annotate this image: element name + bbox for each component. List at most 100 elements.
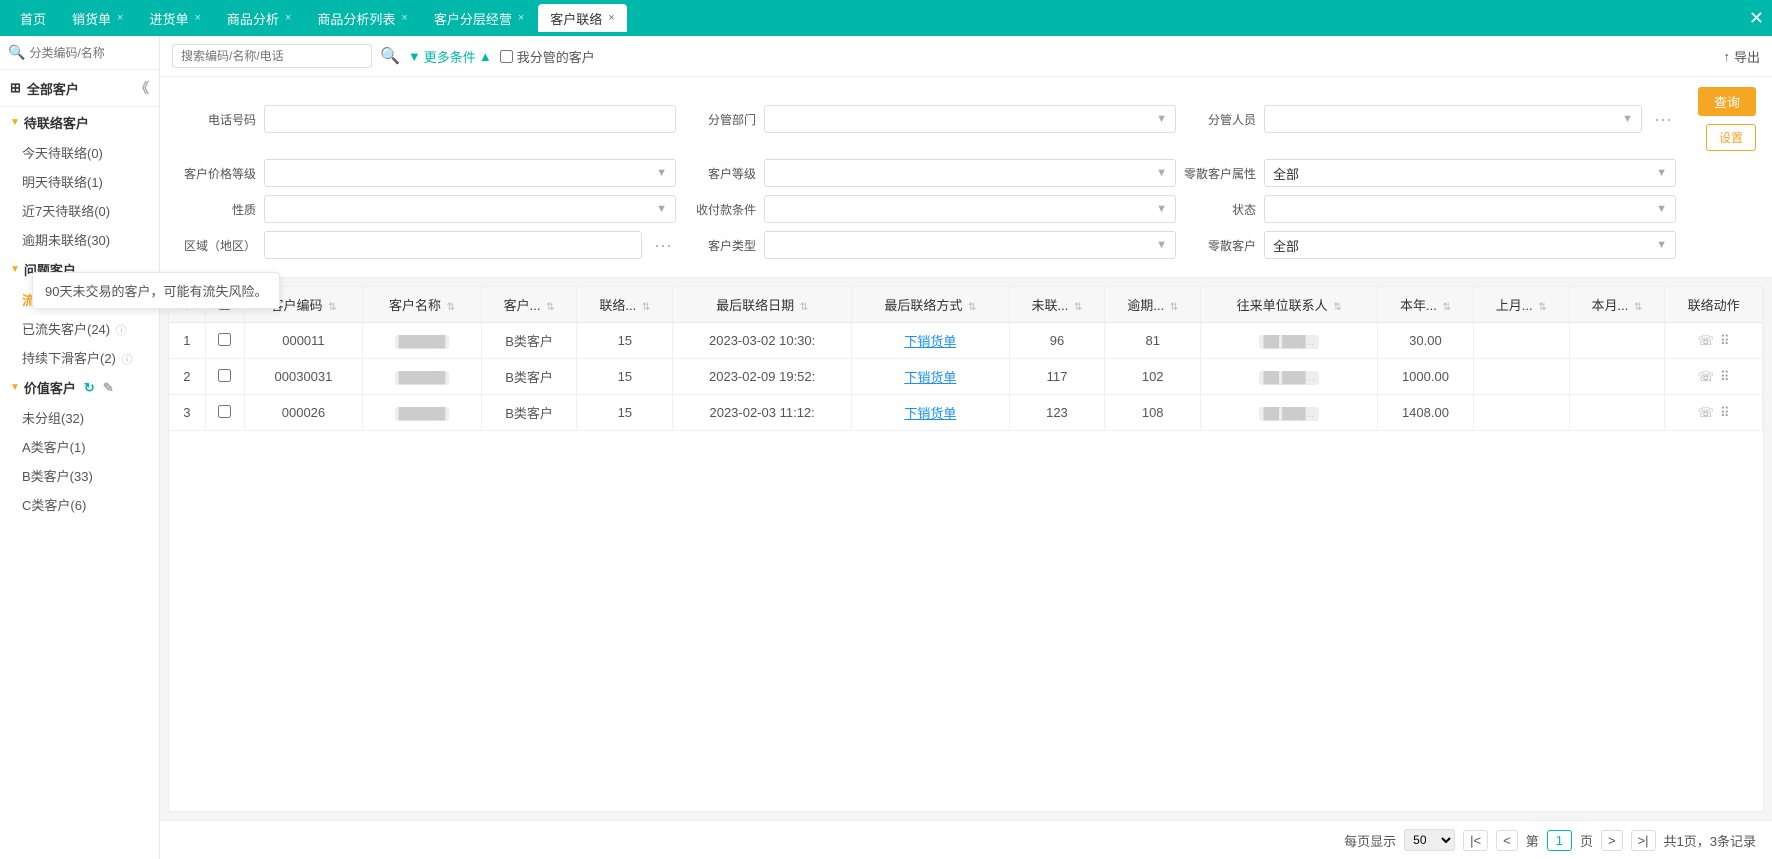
my-customers-label: 我分管的客户 (517, 47, 595, 66)
refresh-icon[interactable]: ↻ (84, 380, 95, 396)
col-this-month[interactable]: 本月... ⇅ (1569, 287, 1665, 323)
sidebar-all-customers[interactable]: ⊞ 全部客户 《 (0, 70, 159, 107)
my-customers-checkbox-area[interactable]: 我分管的客户 (500, 47, 595, 66)
col-last-contact-method[interactable]: 最后联络方式 ⇅ (852, 287, 1010, 323)
my-customers-checkbox[interactable] (500, 50, 513, 63)
row-checkbox[interactable] (205, 359, 244, 395)
tab-analysis-list-close[interactable]: × (401, 12, 407, 24)
price-level-label: 客户价格等级 (176, 165, 256, 182)
col-uncontacted[interactable]: 未联... ⇅ (1009, 287, 1105, 323)
col-type[interactable]: 客户... ⇅ (481, 287, 577, 323)
row-select-checkbox[interactable] (218, 333, 231, 346)
sidebar-group-value-title[interactable]: ▼ 价值客户 ↻ ✎ (0, 372, 159, 403)
more-actions-icon[interactable]: ⠿ (1720, 369, 1730, 385)
customer-level-label: 客户等级 (676, 165, 756, 182)
tab-analysis-label: 商品分析 (227, 9, 279, 28)
close-app-button[interactable]: ✕ (1749, 8, 1764, 29)
manager-more-btn[interactable]: ··· (1650, 109, 1676, 130)
prev-page-button[interactable]: < (1496, 830, 1518, 851)
edit-icon[interactable]: ✎ (103, 380, 114, 396)
col-last-contact-date[interactable]: 最后联络日期 ⇅ (673, 287, 852, 323)
col-contacts[interactable]: 往来单位联系人 ⇅ (1201, 287, 1378, 323)
sidebar-item-a-class[interactable]: A类客户(1) (0, 432, 159, 461)
row-actions[interactable]: ☏ ⠿ (1665, 395, 1763, 431)
customer-table: ⚙ 客户编码 ⇅ 客户名称 ⇅ 客户... ⇅ 联络... ⇅ 最后联络日期 ⇅… (169, 287, 1763, 431)
tab-customer-contact[interactable]: 客户联络 × (538, 4, 626, 32)
row-contact: 15 (577, 323, 673, 359)
page-size-select[interactable]: 50 100 200 (1404, 829, 1455, 851)
scatter-customer-select[interactable]: 全部 ▼ (1264, 231, 1676, 259)
row-actions[interactable]: ☏ ⠿ (1665, 359, 1763, 395)
dept-select[interactable]: ▼ (764, 105, 1176, 133)
phone-input[interactable] (264, 105, 676, 133)
payment-select[interactable]: ▼ (764, 195, 1176, 223)
col-last-month[interactable]: 上月... ⇅ (1473, 287, 1569, 323)
row-index: 1 (169, 323, 205, 359)
sidebar-item-declining[interactable]: 持续下滑客户(2) ⓘ (0, 343, 159, 372)
row-select-checkbox[interactable] (218, 405, 231, 418)
contact-icon[interactable]: ☏ (1698, 369, 1714, 385)
price-level-select[interactable]: ▼ (264, 159, 676, 187)
manager-select[interactable]: ▼ (1264, 105, 1642, 133)
next-page-button[interactable]: > (1601, 830, 1623, 851)
sidebar-item-c-class[interactable]: C类客户(6) (0, 490, 159, 519)
all-customers-label: 全部客户 (27, 79, 79, 98)
tab-purchase-close[interactable]: × (194, 12, 200, 24)
scatter-attr-select[interactable]: 全部 ▼ (1264, 159, 1676, 187)
row-last-contact-method[interactable]: 下销货单 (852, 395, 1010, 431)
tab-customer-tier[interactable]: 客户分层经营 × (422, 4, 536, 32)
tab-customer-contact-close[interactable]: × (608, 12, 614, 24)
sidebar-group-pending-title[interactable]: ▼ 待联络客户 (0, 107, 159, 138)
tab-analysis-close[interactable]: × (285, 12, 291, 24)
table-row: 2 00030031 ██████ B类客户 15 2023-02-09 19:… (169, 359, 1763, 395)
row-last-contact-method[interactable]: 下销货单 (852, 323, 1010, 359)
col-name[interactable]: 客户名称 ⇅ (363, 287, 482, 323)
query-button[interactable]: 查询 (1698, 87, 1756, 116)
sidebar-collapse-btn[interactable]: 《 (135, 78, 149, 98)
col-this-year[interactable]: 本年... ⇅ (1378, 287, 1474, 323)
row-checkbox[interactable] (205, 395, 244, 431)
contact-icon[interactable]: ☏ (1698, 405, 1714, 421)
sidebar-item-today-contact[interactable]: 今天待联络(0) (0, 138, 159, 167)
filter-search-input[interactable] (172, 44, 372, 68)
region-more-btn[interactable]: ··· (650, 235, 676, 256)
tab-home[interactable]: 首页 (8, 4, 58, 32)
sidebar-item-ungroup[interactable]: 未分组(32) (0, 403, 159, 432)
tab-sales-close[interactable]: × (117, 12, 123, 24)
more-conditions-button[interactable]: ▼ 更多条件 ▲ (408, 47, 492, 66)
customer-type-select[interactable]: ▼ (764, 231, 1176, 259)
customer-level-select[interactable]: ▼ (764, 159, 1176, 187)
sidebar-search-input[interactable] (29, 46, 151, 60)
last-page-button[interactable]: >| (1631, 830, 1656, 851)
export-button[interactable]: ↑ 导出 (1723, 47, 1760, 66)
row-select-checkbox[interactable] (218, 369, 231, 382)
more-actions-icon[interactable]: ⠿ (1720, 405, 1730, 421)
nature-select[interactable]: ▼ (264, 195, 676, 223)
row-index: 2 (169, 359, 205, 395)
col-contact[interactable]: 联络... ⇅ (577, 287, 673, 323)
tab-purchase[interactable]: 进货单 × (137, 4, 212, 32)
first-page-button[interactable]: |< (1463, 830, 1488, 851)
more-actions-icon[interactable]: ⠿ (1720, 333, 1730, 349)
row-actions[interactable]: ☏ ⠿ (1665, 323, 1763, 359)
contact-icon[interactable]: ☏ (1698, 333, 1714, 349)
sidebar-item-7day-contact[interactable]: 近7天待联络(0) (0, 196, 159, 225)
col-overdue[interactable]: 逾期... ⇅ (1105, 287, 1201, 323)
row-last-month (1473, 359, 1569, 395)
page-label: 第 (1526, 831, 1539, 850)
region-select[interactable] (264, 231, 642, 259)
sidebar-item-tomorrow-contact[interactable]: 明天待联络(1) (0, 167, 159, 196)
settings-button[interactable]: 设置 (1706, 124, 1756, 151)
row-checkbox[interactable] (205, 323, 244, 359)
filter-search-button[interactable]: 🔍 (380, 46, 400, 66)
tab-analysis[interactable]: 商品分析 × (215, 4, 303, 32)
sidebar-item-b-class[interactable]: B类客户(33) (0, 461, 159, 490)
sidebar-item-overdue-contact[interactable]: 逾期未联络(30) (0, 225, 159, 254)
status-select[interactable]: ▼ (1264, 195, 1676, 223)
payment-label: 收付款条件 (676, 201, 756, 218)
tab-analysis-list[interactable]: 商品分析列表 × (305, 4, 419, 32)
tab-sales[interactable]: 销货单 × (60, 4, 135, 32)
sidebar-item-churned[interactable]: 已流失客户(24) ⓘ (0, 314, 159, 343)
tab-customer-tier-close[interactable]: × (518, 12, 524, 24)
row-last-contact-method[interactable]: 下销货单 (852, 359, 1010, 395)
